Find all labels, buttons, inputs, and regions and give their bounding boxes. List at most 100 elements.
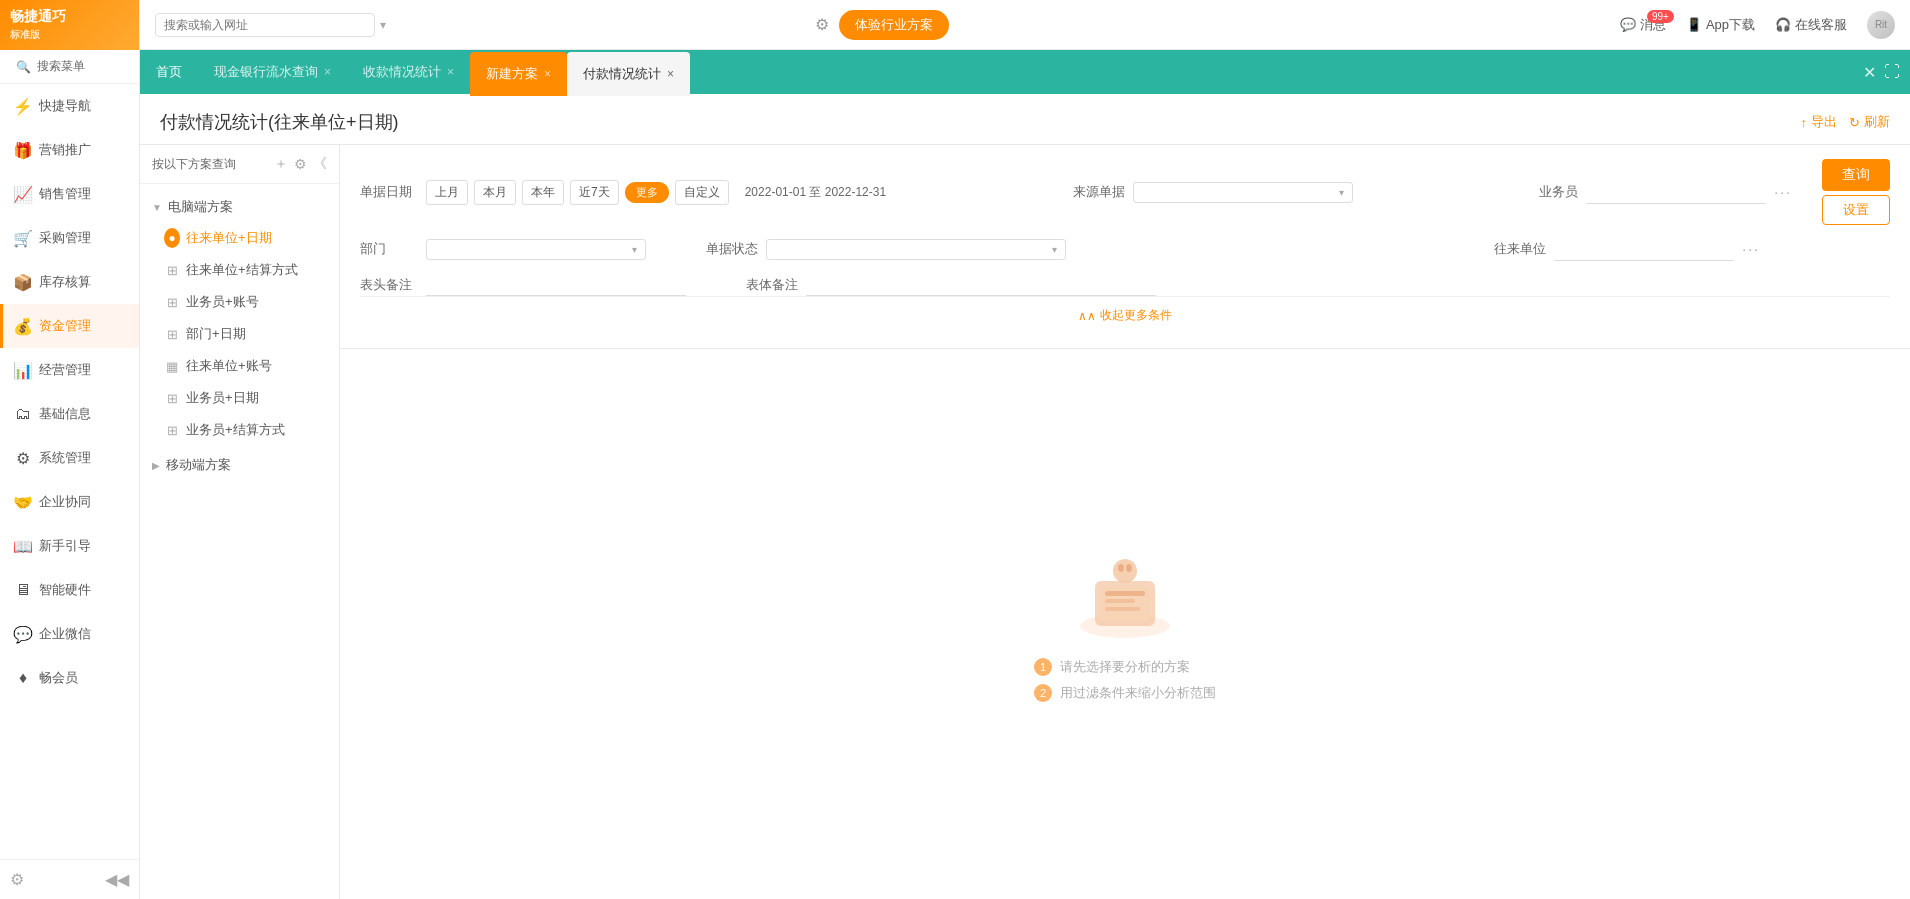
page-body: 按以下方案查询 ＋ ⚙ 《 ▼ 电脑端方案 ●	[140, 145, 1910, 899]
gear-icon[interactable]: ⚙	[815, 15, 829, 34]
tab-payment-label: 付款情况统计	[583, 65, 661, 83]
guide-label: 新手引导	[39, 537, 91, 555]
body-note-input[interactable]	[806, 273, 1156, 296]
sales-icon: 📈	[13, 184, 33, 204]
staff-label: 业务员	[1539, 183, 1578, 201]
quick-nav-icon: ⚡	[13, 96, 33, 116]
mobile-section[interactable]: ▶ 移动端方案	[140, 450, 339, 480]
sidebar-item-member[interactable]: ♦ 畅会员	[0, 656, 139, 700]
tab-receipts-close[interactable]: ×	[447, 65, 454, 79]
sidebar-item-hardware[interactable]: 🖥 智能硬件	[0, 568, 139, 612]
sidebar-item-purchase[interactable]: 🛒 采购管理	[0, 216, 139, 260]
sidebar-item-quick-nav[interactable]: ⚡ 快捷导航	[0, 84, 139, 128]
scheme-item-partner-settle[interactable]: ⊞ 往来单位+结算方式	[140, 254, 339, 286]
sidebar-item-basic[interactable]: 🗂 基础信息	[0, 392, 139, 436]
page-content: 付款情况统计(往来单位+日期) ↑ 导出 ↻ 刷新 按以下方案查询 ＋ ⚙	[140, 94, 1910, 899]
desktop-section-header[interactable]: ▼ 电脑端方案	[140, 192, 339, 222]
search-menu-item[interactable]: 🔍 搜索菜单	[0, 50, 139, 84]
svg-rect-4	[1105, 599, 1135, 603]
purchase-label: 采购管理	[39, 229, 91, 247]
member-label: 畅会员	[39, 669, 78, 687]
topbar-right: 💬 消息 99+ 📱 App下载 🎧 在线客服 Rit	[1620, 11, 1895, 39]
sidebar-item-marketing[interactable]: 🎁 营销推广	[0, 128, 139, 172]
address-input[interactable]	[155, 13, 375, 37]
scheme-panel-header: 按以下方案查询 ＋ ⚙ 《	[140, 145, 339, 184]
svg-rect-3	[1105, 591, 1145, 596]
sidebar-item-guide[interactable]: 📖 新手引导	[0, 524, 139, 568]
scheme-item-partner-date[interactable]: ● 往来单位+日期	[140, 222, 339, 254]
setting-button[interactable]: 设置	[1822, 195, 1890, 225]
tab-new[interactable]: 新建方案 ×	[470, 52, 567, 96]
tab-home-label: 首页	[156, 63, 182, 81]
staff-dots-icon[interactable]: ···	[1774, 184, 1792, 200]
finance-label: 资金管理	[39, 317, 91, 335]
btn-custom[interactable]: 自定义	[675, 180, 729, 205]
sidebar-item-enterprise[interactable]: 🤝 企业协同	[0, 480, 139, 524]
basic-label: 基础信息	[39, 405, 91, 423]
tab-receipts[interactable]: 收款情况统计 ×	[347, 50, 470, 94]
btn-this-month[interactable]: 本月	[474, 180, 516, 205]
mobile-arrow-icon: ▶	[152, 460, 160, 471]
enterprise-icon: 🤝	[13, 492, 33, 512]
export-button[interactable]: ↑ 导出	[1801, 113, 1838, 131]
date-range-display: 2022-01-01 至 2022-12-31	[745, 184, 886, 201]
tab-new-close[interactable]: ×	[544, 67, 551, 81]
app-download-item[interactable]: 📱 App下载	[1686, 16, 1755, 34]
refresh-button[interactable]: ↻ 刷新	[1849, 113, 1890, 131]
header-note-label: 表头备注	[360, 276, 416, 294]
collapse-label: 收起更多条件	[1100, 307, 1172, 324]
collapse-sidebar-icon[interactable]: ◀◀	[105, 870, 129, 889]
voucher-status-select[interactable]: ▾	[766, 239, 1066, 260]
scheme-partner-account-label: 往来单位+账号	[186, 357, 272, 375]
sidebar-item-system[interactable]: ⚙ 系统管理	[0, 436, 139, 480]
header-note-input[interactable]	[426, 273, 686, 296]
sidebar-item-inventory[interactable]: 📦 库存核算	[0, 260, 139, 304]
query-button[interactable]: 查询	[1822, 159, 1890, 191]
trial-button[interactable]: 体验行业方案	[839, 10, 949, 40]
scheme-item-staff-settle[interactable]: ⊞ 业务员+结算方式	[140, 414, 339, 446]
btn-last-7days[interactable]: 近7天	[570, 180, 619, 205]
tab-payment-close[interactable]: ×	[667, 67, 674, 81]
sidebar-item-operations[interactable]: 📊 经营管理	[0, 348, 139, 392]
sidebar-item-finance[interactable]: 💰 资金管理	[0, 304, 139, 348]
close-tab-icon[interactable]: ✕	[1863, 63, 1876, 82]
app-logo: 畅捷通巧 标准版	[0, 0, 139, 50]
tab-payment[interactable]: 付款情况统计 ×	[567, 52, 690, 96]
partner-input[interactable]	[1554, 242, 1734, 256]
sidebar-item-sales[interactable]: 📈 销售管理	[0, 172, 139, 216]
partner-dots-icon[interactable]: ···	[1742, 241, 1760, 257]
tab-home[interactable]: 首页	[140, 50, 198, 94]
date-label: 单据日期	[360, 183, 416, 201]
tab-bank-close[interactable]: ×	[324, 65, 331, 79]
scheme-item-dept-date[interactable]: ⊞ 部门+日期	[140, 318, 339, 350]
address-dropdown-icon[interactable]: ▾	[380, 18, 386, 32]
dept-select[interactable]: ▾	[426, 239, 646, 260]
voucher-status-dropdown-icon: ▾	[1052, 244, 1057, 255]
source-select[interactable]: ▾	[1133, 182, 1353, 203]
empty-text-list: 1 请先选择要分析的方案 2 用过滤条件来缩小分析范围	[1034, 658, 1216, 702]
scheme-item-staff-account[interactable]: ⊞ 业务员+账号	[140, 286, 339, 318]
collapse-button[interactable]: ∧∧ 收起更多条件	[360, 296, 1890, 334]
operations-icon: 📊	[13, 360, 33, 380]
btn-this-year[interactable]: 本年	[522, 180, 564, 205]
maximize-icon[interactable]: ⛶	[1884, 63, 1900, 81]
online-service-item[interactable]: 🎧 在线客服	[1775, 16, 1847, 34]
add-scheme-icon[interactable]: ＋	[274, 155, 288, 173]
settings-footer-icon[interactable]: ⚙	[10, 870, 24, 889]
avatar[interactable]: Rit	[1867, 11, 1895, 39]
scheme-item-staff-date[interactable]: ⊞ 业务员+日期	[140, 382, 339, 414]
download-icon: 📱	[1686, 17, 1702, 32]
scheme-item-partner-account[interactable]: ▦ 往来单位+账号	[140, 350, 339, 382]
source-label: 来源单据	[1073, 183, 1125, 201]
staff-input[interactable]	[1586, 185, 1766, 199]
notifications-item[interactable]: 💬 消息 99+	[1620, 16, 1666, 34]
collapse-scheme-icon[interactable]: 《	[313, 155, 327, 173]
btn-more[interactable]: 更多	[625, 182, 669, 203]
tab-bank[interactable]: 现金银行流水查询 ×	[198, 50, 347, 94]
source-dropdown-icon: ▾	[1339, 187, 1344, 198]
settings-scheme-icon[interactable]: ⚙	[294, 156, 307, 172]
step-2-circle: 2	[1034, 684, 1052, 702]
sidebar-item-wechat[interactable]: 💬 企业微信	[0, 612, 139, 656]
btn-last-month[interactable]: 上月	[426, 180, 468, 205]
tabbar-actions: ✕ ⛶	[1863, 63, 1910, 82]
